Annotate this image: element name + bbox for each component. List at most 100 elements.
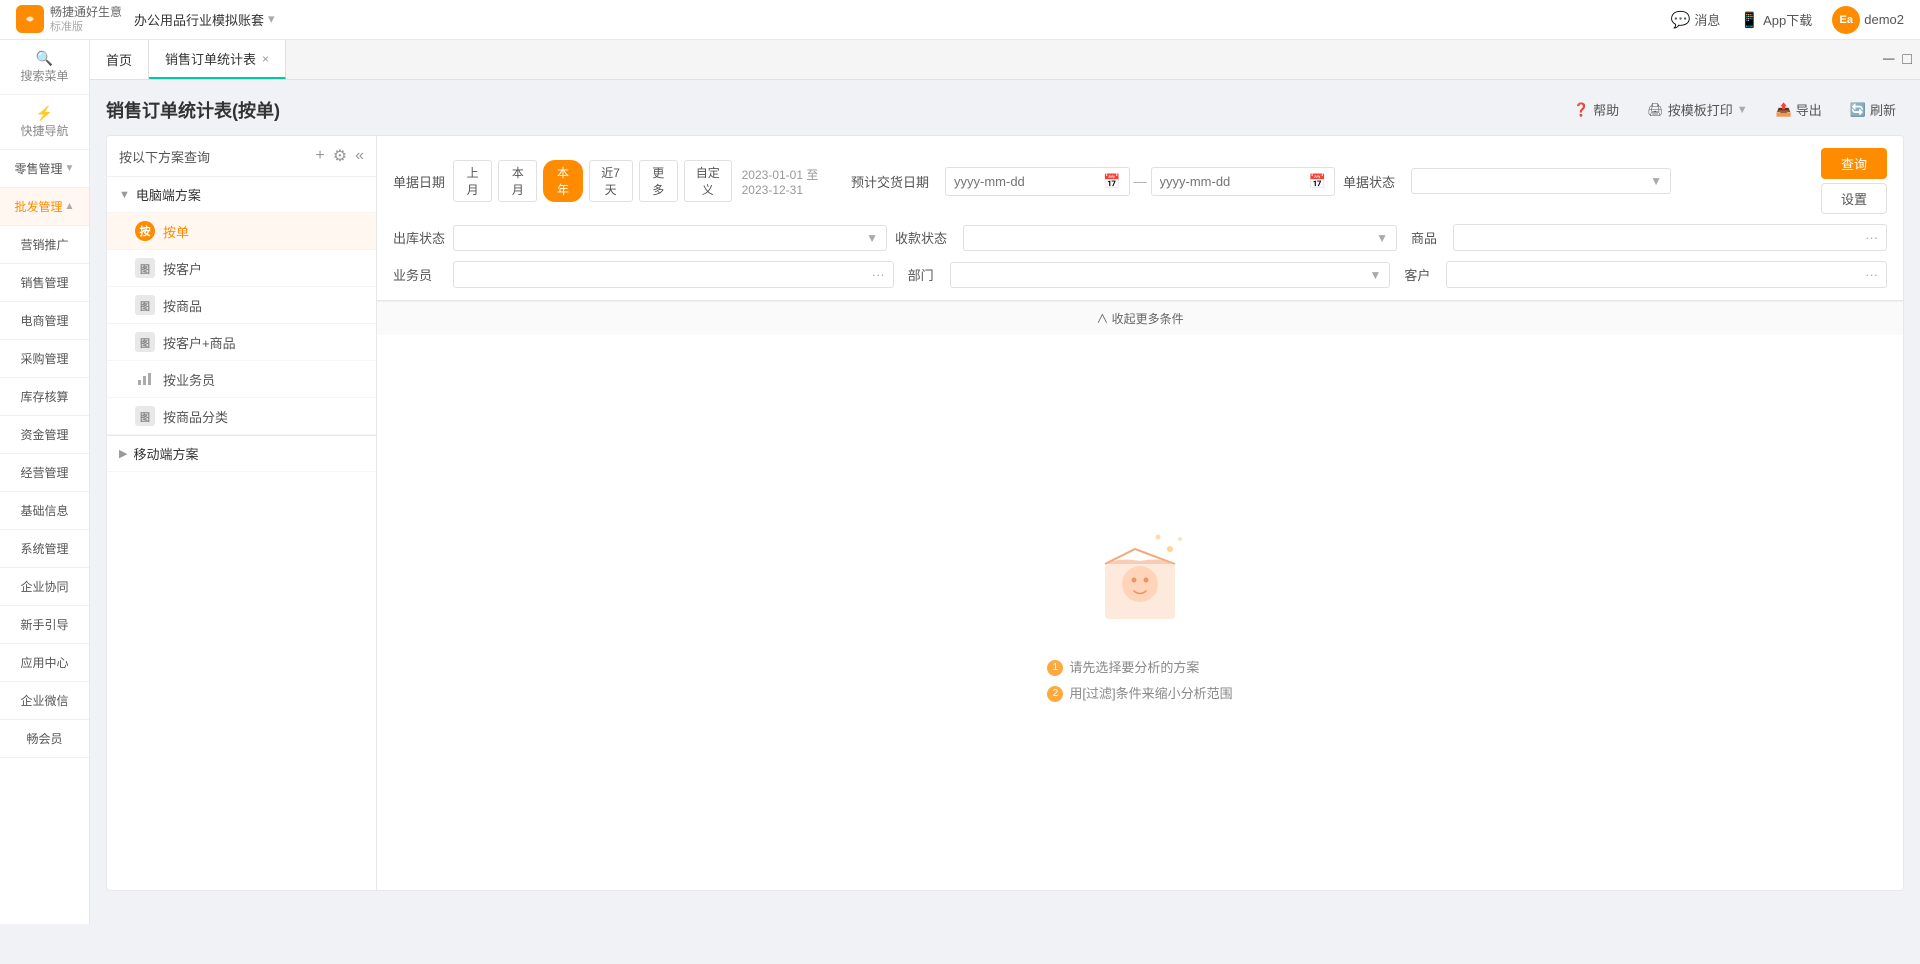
expected-date-from-input[interactable] — [954, 174, 1099, 189]
tab-maximize-btn[interactable]: □ — [1902, 51, 1912, 69]
tab-home[interactable]: 首页 — [90, 40, 149, 79]
cal-icon-from[interactable]: 📅 — [1103, 173, 1120, 190]
expected-date-label: 预计交货日期 — [851, 172, 937, 191]
empty-tip-2: 2 用[过滤]条件来缩小分析范围 — [1047, 681, 1232, 707]
app-selector[interactable]: 办公用品行业模拟账套 ▾ — [134, 10, 275, 29]
sidebar-item-retail[interactable]: 零售管理 ▼ — [0, 150, 89, 188]
main-card: 按以下方案查询 + ⚙ « ▼ 电脑端方案 — [106, 135, 1904, 891]
settings-button[interactable]: 设置 — [1821, 183, 1887, 214]
goods-more-icon[interactable]: ··· — [1865, 230, 1878, 245]
date-btn-thisyear[interactable]: 本年 — [543, 160, 582, 202]
scheme-collapse-btn[interactable]: « — [355, 146, 364, 166]
collapse-bar[interactable]: ∧ 收起更多条件 — [377, 301, 1903, 335]
sidebar-item-inventory[interactable]: 库存核算 — [0, 378, 89, 416]
refresh-btn[interactable]: 🔄 刷新 — [1842, 96, 1904, 123]
query-btn-group: 查询 设置 — [1821, 148, 1887, 214]
tab-bar-actions: ─ □ — [1875, 40, 1920, 79]
expected-date-from[interactable]: 📅 — [945, 167, 1130, 196]
scheme-group-pc[interactable]: ▼ 电脑端方案 — [107, 177, 376, 213]
sidebar-item-sales[interactable]: 销售管理 — [0, 264, 89, 302]
sidebar-item-appcenter[interactable]: 应用中心 — [0, 644, 89, 682]
expected-date-to-input[interactable] — [1160, 174, 1305, 189]
scheme-item-by-goods-category[interactable]: 图 按商品分类 — [107, 398, 376, 435]
sidebar-search[interactable]: 🔍 搜索菜单 — [0, 40, 89, 95]
sidebar-item-marketing[interactable]: 营销推广 — [0, 226, 89, 264]
export-btn[interactable]: 📤 导出 — [1768, 96, 1830, 123]
date-btn-7days[interactable]: 近7天 — [589, 160, 633, 202]
department-select[interactable]: ▼ — [950, 262, 1391, 288]
sidebar-item-member[interactable]: 畅会员 — [0, 720, 89, 758]
print-dropdown-icon: ▼ — [1737, 104, 1748, 116]
customer-text-input[interactable] — [1455, 267, 1861, 282]
salesman-text-input[interactable] — [462, 267, 868, 282]
scheme-item-by-goods[interactable]: 图 按商品 — [107, 287, 376, 324]
date-range-display: 2023-01-01 至 2023-12-31 — [742, 166, 843, 197]
sidebar-label-basic-info: 基础信息 — [20, 504, 68, 518]
bill-status-select[interactable]: ▼ — [1411, 168, 1671, 194]
tip-num-1: 1 — [1047, 660, 1063, 676]
help-icon: ❓ — [1573, 102, 1589, 118]
sidebar-item-basic-info[interactable]: 基础信息 — [0, 492, 89, 530]
goods-input[interactable]: ··· — [1453, 224, 1887, 251]
logo-text: 畅捷通好生意 标准版 — [50, 5, 122, 35]
scheme-panel: 按以下方案查询 + ⚙ « ▼ 电脑端方案 — [107, 136, 377, 890]
scheme-settings-btn[interactable]: ⚙ — [333, 146, 347, 166]
scheme-group-mobile[interactable]: ▶ 移动端方案 — [107, 435, 376, 472]
date-btn-thismonth[interactable]: 本月 — [498, 160, 537, 202]
sidebar-item-newuser[interactable]: 新手引导 — [0, 606, 89, 644]
app-download-btn[interactable]: 📱 App下载 — [1740, 10, 1812, 29]
delivery-status-select[interactable]: ▼ — [453, 225, 887, 251]
page-header: 销售订单统计表(按单) ❓ 帮助 🖨 按模板打印 ▼ 📤 导出 — [106, 96, 1904, 123]
sidebar-item-wholesale[interactable]: 批发管理 ▲ — [0, 188, 89, 226]
sidebar-item-ecommerce[interactable]: 电商管理 — [0, 302, 89, 340]
download-icon: 📱 — [1740, 11, 1759, 29]
tab-sales-order-stat[interactable]: 销售订单统计表 × — [149, 40, 286, 79]
customer-input[interactable]: ··· — [1446, 261, 1887, 288]
scheme-icon-customer: 图 — [135, 258, 155, 278]
filter-row-2: 出库状态 ▼ 收款状态 ▼ 商品 — [393, 224, 1887, 251]
sidebar: 🔍 搜索菜单 ⚡ 快捷导航 零售管理 ▼ 批发管理 ▲ 营销推广 销售管理 电商… — [0, 40, 90, 924]
salesman-input[interactable]: ··· — [453, 261, 894, 288]
scheme-item-by-customer[interactable]: 图 按客户 — [107, 250, 376, 287]
expected-date-to[interactable]: 📅 — [1151, 167, 1336, 196]
scheme-add-btn[interactable]: + — [315, 146, 324, 166]
sidebar-item-operations[interactable]: 经营管理 — [0, 454, 89, 492]
department-label: 部门 — [902, 265, 942, 284]
query-button[interactable]: 查询 — [1821, 148, 1887, 179]
salesman-more-icon[interactable]: ··· — [872, 267, 885, 282]
payment-status-select[interactable]: ▼ — [963, 225, 1397, 251]
date-btn-more[interactable]: 更多 — [639, 160, 678, 202]
delivery-status-label: 出库状态 — [393, 228, 445, 247]
layout: 🔍 搜索菜单 ⚡ 快捷导航 零售管理 ▼ 批发管理 ▲ 营销推广 销售管理 电商… — [0, 40, 1920, 924]
empty-tip-1: 1 请先选择要分析的方案 — [1047, 655, 1232, 681]
sidebar-item-finance[interactable]: 资金管理 — [0, 416, 89, 454]
sidebar-item-system[interactable]: 系统管理 — [0, 530, 89, 568]
tip-num-2: 2 — [1047, 686, 1063, 702]
sidebar-label-newuser: 新手引导 — [20, 618, 68, 632]
data-area: 1 请先选择要分析的方案 2 用[过滤]条件来缩小分析范围 — [377, 335, 1903, 890]
message-btn[interactable]: 💬 消息 — [1670, 10, 1720, 30]
sidebar-item-purchase[interactable]: 采购管理 — [0, 340, 89, 378]
scheme-item-by-salesman[interactable]: 按业务员 — [107, 361, 376, 398]
salesman-label: 业务员 — [393, 265, 445, 284]
user-menu[interactable]: Ea demo2 — [1832, 6, 1904, 34]
cal-icon-to[interactable]: 📅 — [1309, 173, 1326, 190]
print-btn[interactable]: 🖨 按模板打印 ▼ — [1639, 96, 1755, 123]
top-bar-left: 畅捷通好生意 标准版 办公用品行业模拟账套 ▾ — [16, 5, 275, 35]
sidebar-quick-nav[interactable]: ⚡ 快捷导航 — [0, 95, 89, 150]
sidebar-item-enterprise-wechat[interactable]: 企业微信 — [0, 682, 89, 720]
date-btn-custom[interactable]: 自定义 — [684, 160, 732, 202]
scheme-panel-icons: + ⚙ « — [315, 146, 364, 166]
help-btn[interactable]: ❓ 帮助 — [1565, 96, 1627, 123]
scheme-icon-order: 按 — [135, 221, 155, 241]
tab-close-icon[interactable]: × — [262, 52, 269, 66]
scheme-item-by-customer-goods[interactable]: 图 按客户+商品 — [107, 324, 376, 361]
date-btn-lastmonth[interactable]: 上月 — [453, 160, 492, 202]
sidebar-item-cooperation[interactable]: 企业协同 — [0, 568, 89, 606]
tab-minimize-btn[interactable]: ─ — [1883, 51, 1894, 69]
customer-more-icon[interactable]: ··· — [1865, 267, 1878, 282]
scheme-item-by-order[interactable]: 按 按单 — [107, 213, 376, 250]
goods-label: 商品 — [1405, 228, 1445, 247]
goods-text-input[interactable] — [1462, 230, 1861, 245]
scheme-icon-goods: 图 — [135, 295, 155, 315]
